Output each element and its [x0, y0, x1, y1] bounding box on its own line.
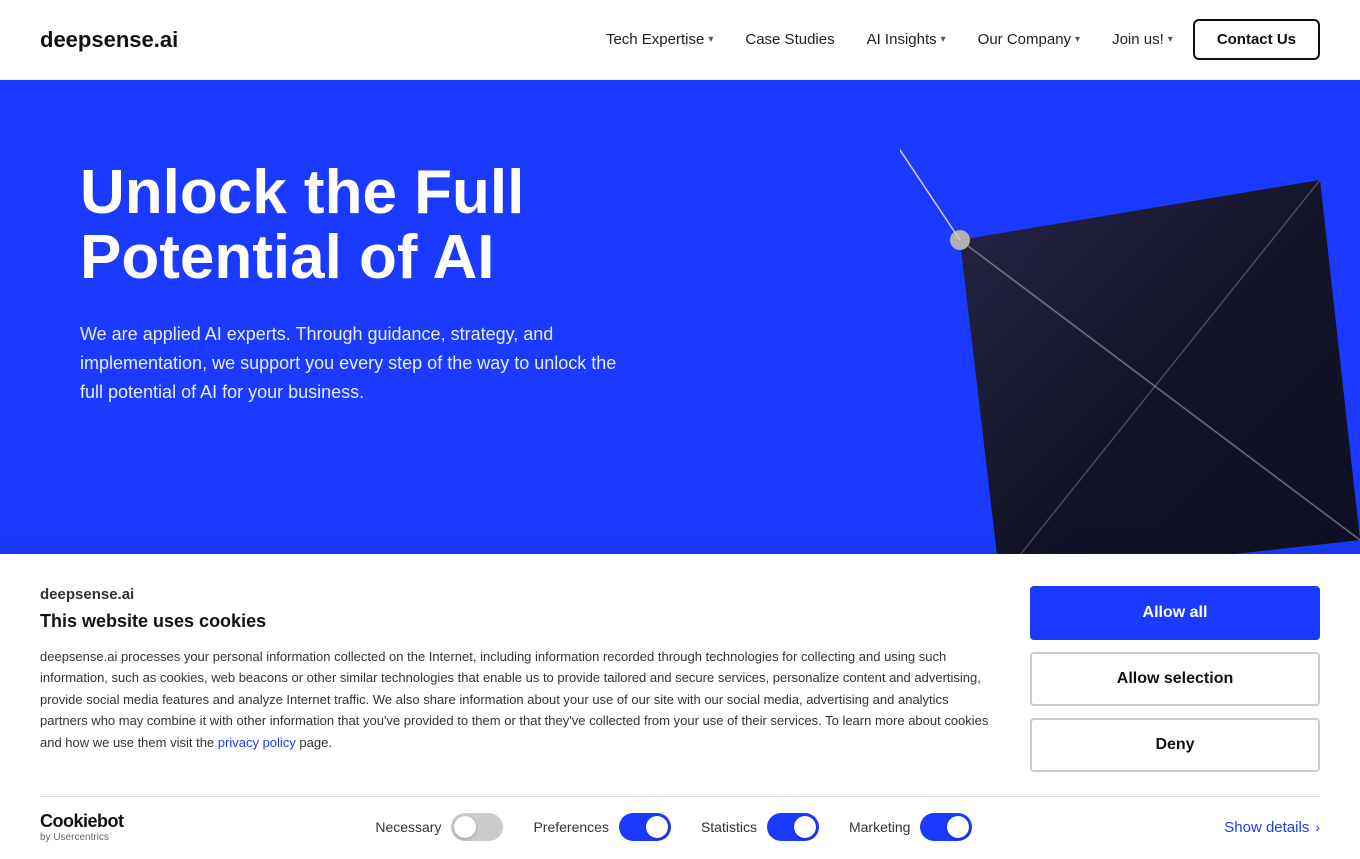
chevron-down-icon: ▾ [1075, 34, 1080, 45]
necessary-toggle[interactable] [451, 813, 503, 841]
toggle-knob [794, 816, 816, 838]
hero-title: Unlock the Full Potential of AI [80, 160, 640, 290]
toggle-statistics: Statistics [701, 813, 819, 841]
toggle-preferences: Preferences [533, 813, 670, 841]
toggle-marketing: Marketing [849, 813, 972, 841]
statistics-toggle[interactable] [767, 813, 819, 841]
nav-join-us[interactable]: Join us! ▾ [1100, 23, 1185, 56]
cookie-main: deepsense.ai This website uses cookies d… [40, 586, 1320, 796]
cookie-actions: Allow all Allow selection Deny [1030, 586, 1320, 772]
chevron-down-icon: ▾ [1168, 34, 1173, 45]
toggle-necessary: Necessary [375, 813, 503, 841]
contact-us-button[interactable]: Contact Us [1193, 19, 1320, 60]
hero-subtitle: We are applied AI experts. Through guida… [80, 320, 640, 406]
preferences-toggle[interactable] [619, 813, 671, 841]
marketing-toggle[interactable] [920, 813, 972, 841]
nav-ai-insights[interactable]: AI Insights ▾ [855, 23, 958, 56]
cookie-banner: deepsense.ai This website uses cookies d… [0, 554, 1360, 859]
toggle-knob [947, 816, 969, 838]
privacy-policy-link[interactable]: privacy policy [218, 735, 296, 750]
chevron-down-icon: ▾ [708, 34, 713, 45]
hero-section: Unlock the Full Potential of AI We are a… [0, 80, 1360, 560]
cookie-overlay: deepsense.ai This website uses cookies d… [0, 554, 1360, 859]
cookie-footer: Cookiebot by Usercentrics Necessary Pref… [40, 797, 1320, 859]
cookiebot-logo: Cookiebot by Usercentrics [40, 811, 124, 843]
toggle-knob [646, 816, 668, 838]
cookie-content: deepsense.ai This website uses cookies d… [40, 586, 990, 753]
chevron-down-icon: ▾ [941, 34, 946, 45]
cookie-text: deepsense.ai processes your personal inf… [40, 646, 990, 753]
allow-selection-button[interactable]: Allow selection [1030, 652, 1320, 706]
cookie-toggles: Necessary Preferences Statistics [375, 813, 972, 841]
nav-logo[interactable]: deepsense.ai [40, 27, 178, 53]
nav-our-company[interactable]: Our Company ▾ [966, 23, 1092, 56]
nav-links: Tech Expertise ▾ Case Studies AI Insight… [594, 19, 1320, 60]
cookie-title: This website uses cookies [40, 611, 990, 632]
banner-logo: deepsense.ai [40, 586, 990, 603]
allow-all-button[interactable]: Allow all [1030, 586, 1320, 640]
toggle-knob [454, 816, 476, 838]
nav-case-studies[interactable]: Case Studies [733, 23, 846, 56]
nav-tech-expertise[interactable]: Tech Expertise ▾ [594, 23, 725, 56]
hero-graphic [900, 120, 1360, 560]
hero-text: Unlock the Full Potential of AI We are a… [80, 160, 640, 407]
navbar: deepsense.ai Tech Expertise ▾ Case Studi… [0, 0, 1360, 80]
show-details-button[interactable]: Show details › [1224, 819, 1320, 836]
deny-button[interactable]: Deny [1030, 718, 1320, 772]
chevron-right-icon: › [1315, 819, 1320, 835]
